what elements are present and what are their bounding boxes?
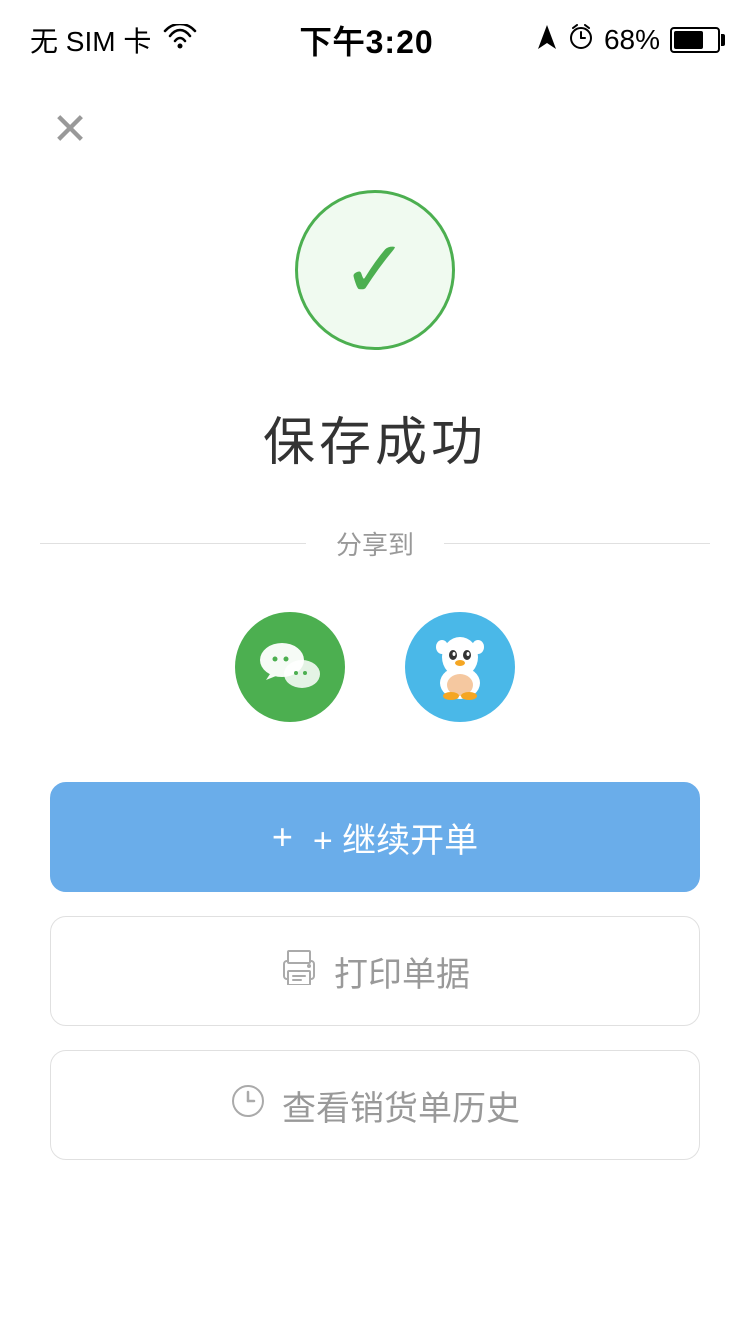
qq-icon <box>429 633 491 701</box>
qq-share-button[interactable] <box>405 612 515 722</box>
clock-icon <box>230 1083 266 1128</box>
close-button[interactable]: ✕ <box>40 100 100 160</box>
divider-left <box>40 543 306 544</box>
share-label: 分享到 <box>306 525 444 562</box>
success-circle: ✓ <box>295 190 455 350</box>
print-label: 打印单据 <box>334 947 470 996</box>
success-title: 保存成功 <box>263 400 487 475</box>
history-button[interactable]: 查看销货单历史 <box>50 1050 700 1160</box>
sim-status: 无 SIM 卡 <box>30 20 151 60</box>
share-section: 分享到 <box>40 525 710 722</box>
main-content: ✕ ✓ 保存成功 分享到 <box>0 80 750 1200</box>
status-bar: 无 SIM 卡 下午3:20 68 <box>0 0 750 80</box>
wechat-share-button[interactable] <box>235 612 345 722</box>
battery-percent: 68% <box>604 24 660 56</box>
success-section: ✓ 保存成功 <box>40 190 710 475</box>
status-time: 下午3:20 <box>300 17 434 63</box>
history-label: 查看销货单历史 <box>282 1081 520 1130</box>
action-buttons: + + 继续开单 打印单据 <box>40 782 710 1160</box>
status-left: 无 SIM 卡 <box>30 20 197 60</box>
checkmark-icon: ✓ <box>341 230 408 310</box>
close-icon: ✕ <box>52 108 89 152</box>
status-right: 68% <box>536 23 720 58</box>
location-icon <box>536 23 558 58</box>
plus-icon: + <box>272 816 293 858</box>
wechat-icon <box>256 638 324 696</box>
wifi-icon <box>163 24 197 57</box>
print-button[interactable]: 打印单据 <box>50 916 700 1026</box>
alarm-icon <box>568 24 594 57</box>
share-icons-container <box>40 612 710 722</box>
continue-button[interactable]: + + 继续开单 <box>50 782 700 892</box>
printer-icon <box>280 949 318 994</box>
divider-right <box>444 543 710 544</box>
continue-label: + 继续开单 <box>313 813 478 862</box>
battery-icon <box>670 27 720 53</box>
share-divider: 分享到 <box>40 525 710 562</box>
